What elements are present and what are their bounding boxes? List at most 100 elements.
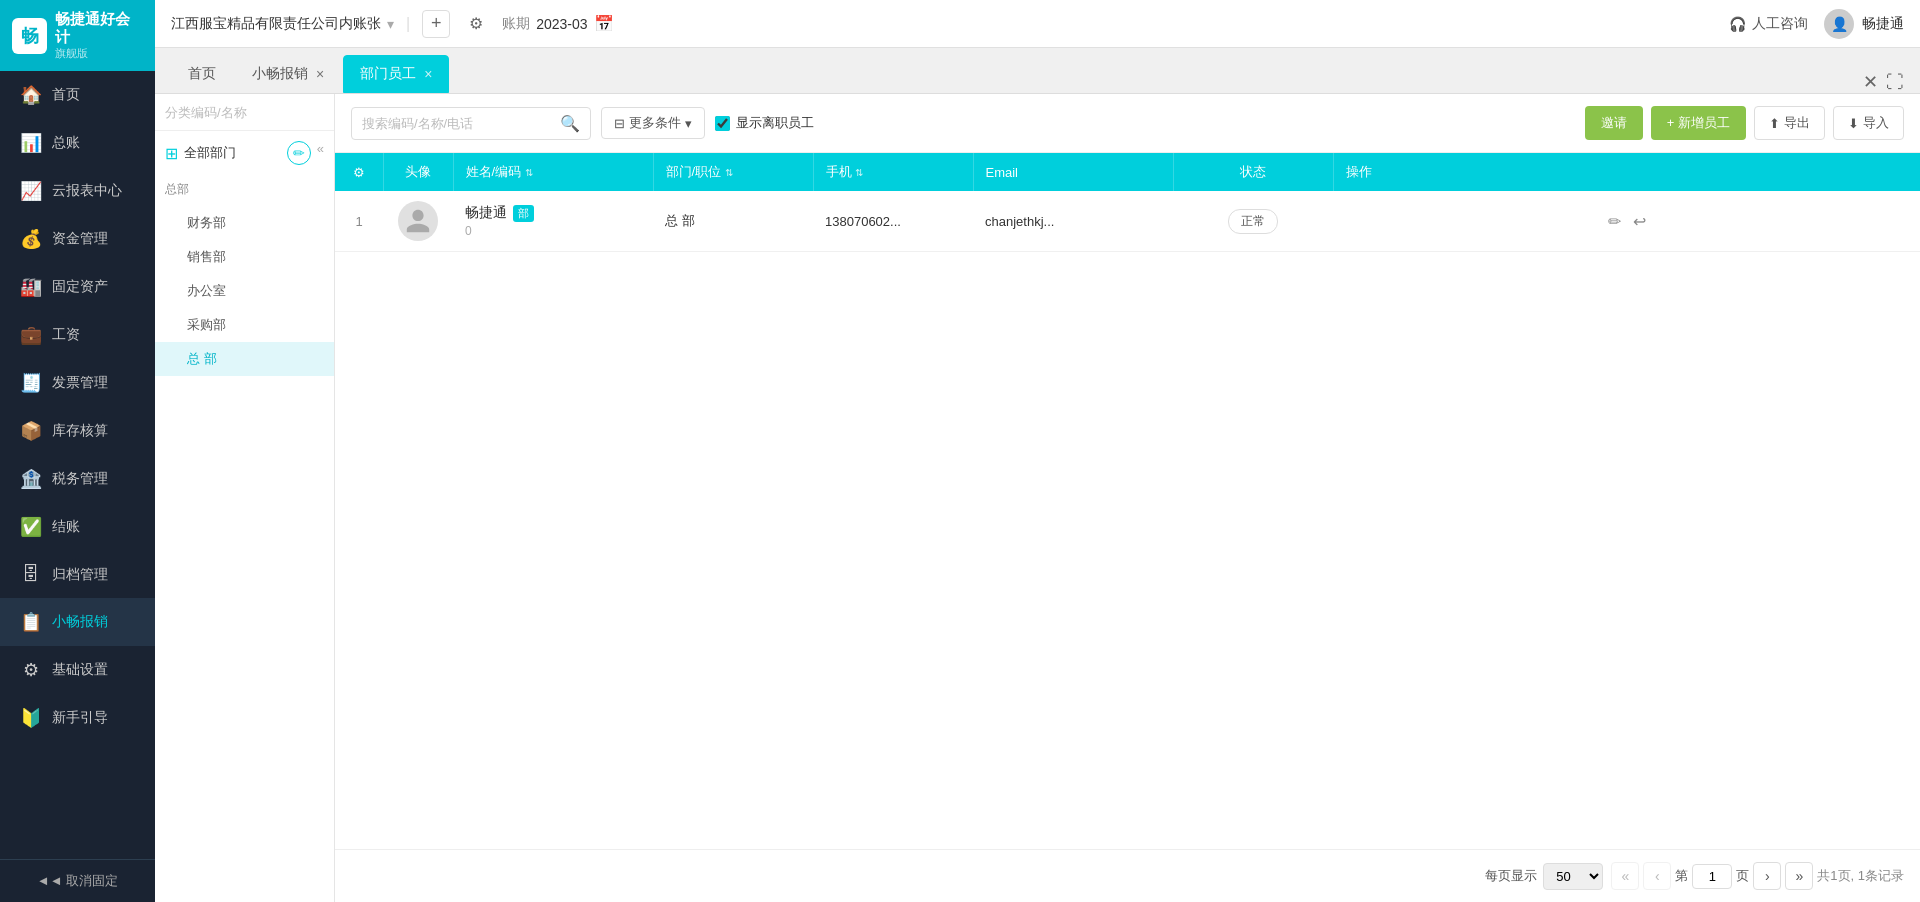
app-logo[interactable]: 畅 畅捷通好会计 旗舰版 bbox=[0, 0, 155, 71]
user-name: 畅捷通 bbox=[1862, 15, 1904, 33]
sidebar-item-archive[interactable]: 🗄 归档管理 bbox=[0, 551, 155, 598]
th-status: 状态 bbox=[1173, 153, 1333, 191]
sidebar-item-inventory[interactable]: 📦 库存核算 bbox=[0, 407, 155, 455]
sidebar-item-capital[interactable]: 💰 资金管理 bbox=[0, 215, 155, 263]
period-selector[interactable]: 账期 2023-03 📅 bbox=[502, 14, 613, 33]
sidebar-item-label: 新手引导 bbox=[52, 709, 108, 727]
dept-node-sales[interactable]: 销售部 bbox=[155, 240, 334, 274]
td-email: chanjethkj... bbox=[973, 191, 1173, 252]
calendar-icon[interactable]: 📅 bbox=[594, 14, 614, 33]
employee-table-body: 1 畅捷通 bbox=[335, 191, 1920, 252]
prev-page-button[interactable]: ‹ bbox=[1643, 862, 1671, 890]
sidebar-item-label: 发票管理 bbox=[52, 374, 108, 392]
inventory-icon: 📦 bbox=[20, 420, 42, 442]
add-company-button[interactable]: + bbox=[422, 10, 450, 38]
tab-expense-close[interactable]: × bbox=[316, 66, 324, 82]
sidebar-item-home[interactable]: 🏠 首页 bbox=[0, 71, 155, 119]
tab-home[interactable]: 首页 bbox=[171, 55, 233, 93]
show-resigned-input[interactable] bbox=[715, 116, 730, 131]
sidebar-item-reports[interactable]: 📈 云报表中心 bbox=[0, 167, 155, 215]
tab-expense[interactable]: 小畅报销 × bbox=[235, 55, 341, 93]
sidebar-item-assets[interactable]: 🏭 固定资产 bbox=[0, 263, 155, 311]
dept-header-actions: ✏ « bbox=[287, 141, 324, 165]
avatar: 👤 bbox=[1824, 9, 1854, 39]
dept-node-root[interactable]: 总部 bbox=[155, 173, 334, 206]
content-area: 🔍 ⊞ 全部部门 ✏ « 总部 财务部 销售部 bbox=[155, 94, 1920, 902]
tab-expense-label: 小畅报销 bbox=[252, 65, 308, 83]
sidebar-item-settings[interactable]: ⚙ 基础设置 bbox=[0, 646, 155, 694]
th-email: Email bbox=[973, 153, 1173, 191]
page-suffix-label: 页 bbox=[1736, 867, 1749, 885]
th-name[interactable]: 姓名/编码 ⇅ bbox=[453, 153, 653, 191]
next-page-button[interactable]: › bbox=[1753, 862, 1781, 890]
page-number-input[interactable] bbox=[1692, 864, 1732, 889]
dept-tree: 🔍 ⊞ 全部部门 ✏ « 总部 财务部 销售部 bbox=[155, 94, 335, 902]
th-dept[interactable]: 部门/职位 ⇅ bbox=[653, 153, 813, 191]
dept-node-general[interactable]: 总 部 bbox=[155, 342, 334, 376]
page-prefix-label: 第 bbox=[1675, 867, 1688, 885]
period-value: 2023-03 bbox=[536, 16, 587, 32]
first-page-button[interactable]: « bbox=[1611, 862, 1639, 890]
dept-edit-button[interactable]: ✏ bbox=[287, 141, 311, 165]
sidebar-item-salary[interactable]: 💼 工资 bbox=[0, 311, 155, 359]
tab-dept-close[interactable]: × bbox=[424, 66, 432, 82]
new-employee-button[interactable]: + 新增员工 bbox=[1651, 106, 1746, 140]
sidebar-item-tax[interactable]: 🏦 税务管理 bbox=[0, 455, 155, 503]
app-name: 畅捷通好会计 bbox=[55, 10, 143, 46]
tax-icon: 🏦 bbox=[20, 468, 42, 490]
dept-collapse-button[interactable]: « bbox=[317, 141, 324, 165]
capital-icon: 💰 bbox=[20, 228, 42, 250]
sidebar-item-expense[interactable]: 📋 小畅报销 bbox=[0, 598, 155, 646]
td-name: 畅捷通 部 0 bbox=[453, 191, 653, 252]
import-button[interactable]: ⬇ 导入 bbox=[1833, 106, 1904, 140]
checkout-icon: ✅ bbox=[20, 516, 42, 538]
settings-icon: ⚙ bbox=[20, 659, 42, 681]
logout-icon[interactable]: ↩ bbox=[1633, 212, 1646, 231]
th-gear[interactable]: ⚙ bbox=[335, 153, 383, 191]
company-selector[interactable]: 江西服宝精品有限责任公司内账张 ▾ bbox=[171, 15, 394, 33]
th-phone[interactable]: 手机 ⇅ bbox=[813, 153, 973, 191]
sidebar-item-guide[interactable]: 🔰 新手引导 bbox=[0, 694, 155, 742]
tab-home-label: 首页 bbox=[188, 65, 216, 83]
topbar-right: 🎧 人工咨询 👤 畅捷通 bbox=[1729, 9, 1904, 39]
invite-button[interactable]: 邀请 bbox=[1585, 106, 1643, 140]
sidebar-item-label: 库存核算 bbox=[52, 422, 108, 440]
headset-icon: 🎧 bbox=[1729, 16, 1746, 32]
all-dept-icon: ⊞ bbox=[165, 144, 178, 163]
per-page-select[interactable]: 10 20 50 100 bbox=[1543, 863, 1603, 890]
user-menu[interactable]: 👤 畅捷通 bbox=[1824, 9, 1904, 39]
sidebar-item-checkout[interactable]: ✅ 结账 bbox=[0, 503, 155, 551]
dept-node-purchase[interactable]: 采购部 bbox=[155, 308, 334, 342]
dept-sort-icon: ⇅ bbox=[725, 167, 733, 178]
sidebar-item-label: 云报表中心 bbox=[52, 182, 122, 200]
td-dept: 总 部 bbox=[653, 191, 813, 252]
consult-button[interactable]: 🎧 人工咨询 bbox=[1729, 15, 1808, 33]
dept-node-label: 财务部 bbox=[187, 215, 226, 230]
export-button[interactable]: ⬆ 导出 bbox=[1754, 106, 1825, 140]
salary-icon: 💼 bbox=[20, 324, 42, 346]
assets-icon: 🏭 bbox=[20, 276, 42, 298]
expense-icon: 📋 bbox=[20, 611, 42, 633]
topbar-settings-button[interactable]: ⚙ bbox=[462, 10, 490, 38]
dept-search-input[interactable] bbox=[165, 105, 333, 120]
employee-search-icon[interactable]: 🔍 bbox=[560, 114, 580, 133]
toolbar: 🔍 ⊟ 更多条件 ▾ 显示离职员工 邀请 + 新增员工 bbox=[335, 94, 1920, 153]
expand-icon[interactable]: ⛶ bbox=[1886, 72, 1904, 93]
app-edition: 旗舰版 bbox=[55, 46, 143, 61]
sidebar-item-label: 总账 bbox=[52, 134, 80, 152]
dept-node-finance[interactable]: 财务部 bbox=[155, 206, 334, 240]
tab-dept-label: 部门员工 bbox=[360, 65, 416, 83]
sidebar-item-ledger[interactable]: 📊 总账 bbox=[0, 119, 155, 167]
edit-icon[interactable]: ✏ bbox=[1608, 212, 1621, 231]
emp-dept-badge: 部 bbox=[513, 205, 534, 222]
sidebar-unpin-button[interactable]: ◄◄ 取消固定 bbox=[0, 859, 155, 902]
dept-node-office[interactable]: 办公室 bbox=[155, 274, 334, 308]
last-page-button[interactable]: » bbox=[1785, 862, 1813, 890]
show-resigned-checkbox[interactable]: 显示离职员工 bbox=[715, 114, 814, 132]
employee-search-input[interactable] bbox=[362, 116, 554, 131]
tab-dept[interactable]: 部门员工 × bbox=[343, 55, 449, 93]
sidebar-item-invoice[interactable]: 🧾 发票管理 bbox=[0, 359, 155, 407]
more-filter-button[interactable]: ⊟ 更多条件 ▾ bbox=[601, 107, 705, 139]
period-label: 账期 bbox=[502, 15, 530, 33]
close-icon[interactable]: ✕ bbox=[1863, 71, 1878, 93]
